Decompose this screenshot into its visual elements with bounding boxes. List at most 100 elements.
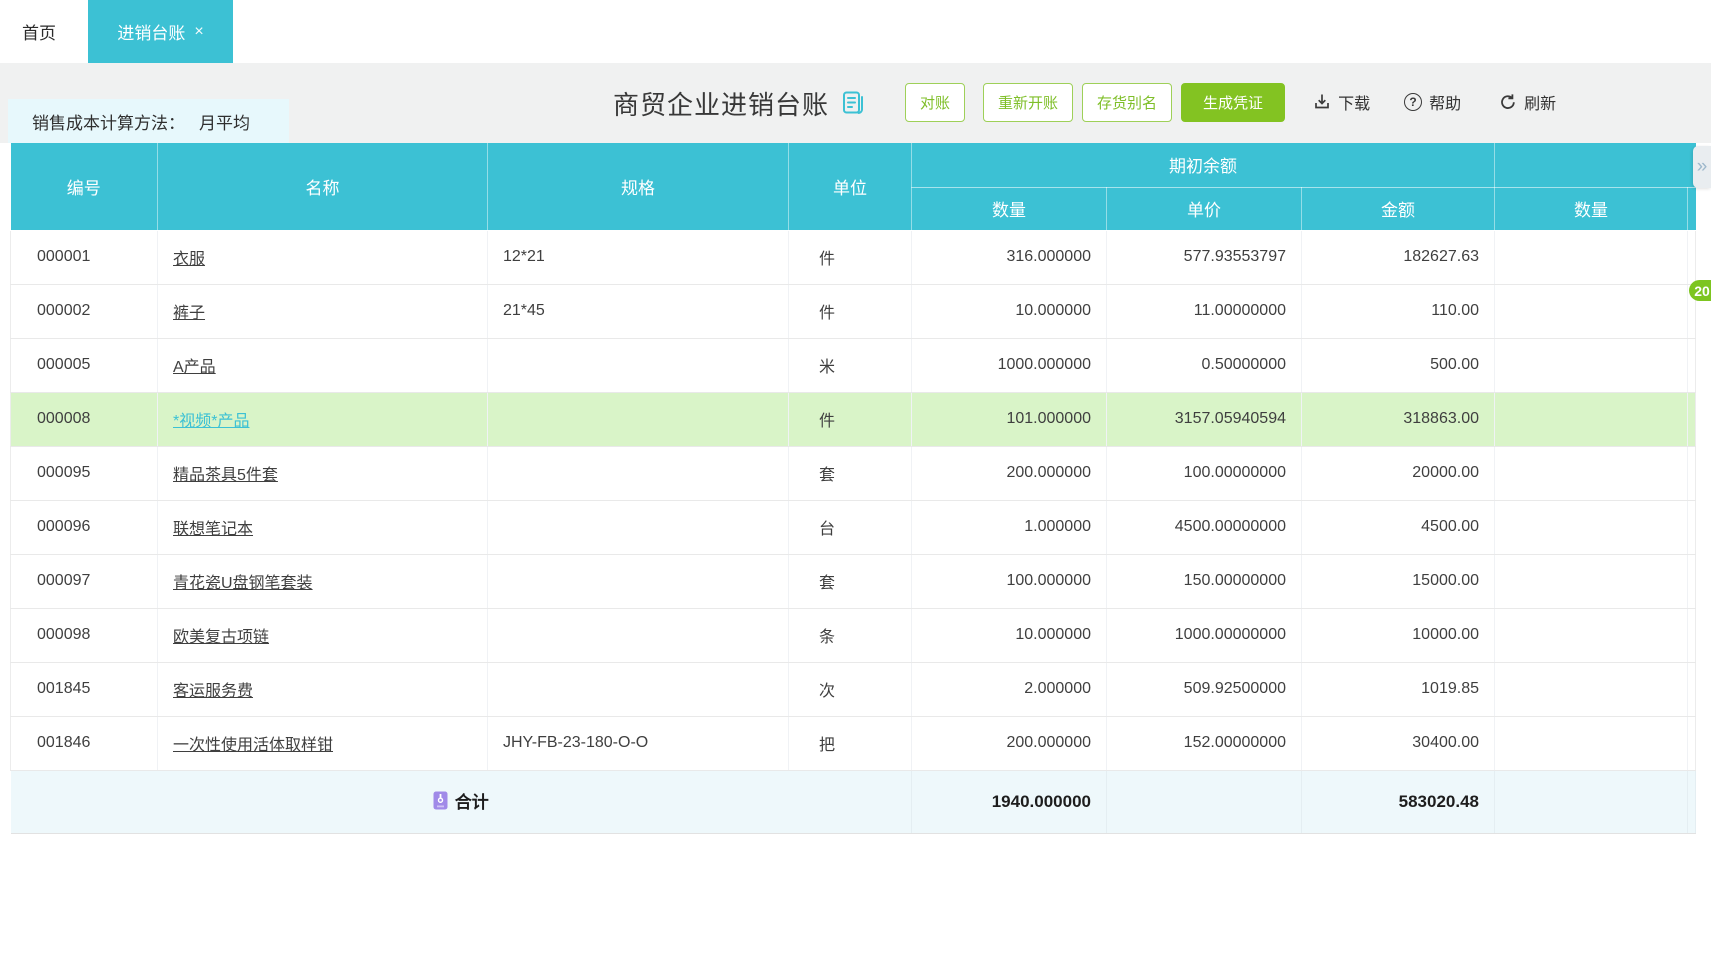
item-name-link[interactable]: 一次性使用活体取样钳	[173, 737, 333, 754]
cell-next	[1687, 500, 1696, 555]
toolbar-buttons: 对账 重新开账 存货别名 生成凭证 下载 ? 帮助 刷新	[905, 82, 1556, 122]
cell-amount: 182627.63	[1301, 230, 1495, 285]
table-row[interactable]: 000005 A产品 米 1000.000000 0.50000000 500.00	[10, 338, 1696, 393]
cell-qty-2	[1494, 500, 1688, 555]
cell-spec	[487, 554, 789, 609]
cell-next	[1687, 392, 1696, 447]
cell-name: 一次性使用活体取样钳	[157, 716, 488, 771]
download-icon	[1313, 93, 1331, 111]
total-amount: 583020.48	[1301, 769, 1495, 834]
inventory-alias-button[interactable]: 存货别名	[1082, 82, 1173, 122]
table-row[interactable]: 001845 客运服务费 次 2.000000 509.92500000 1019.85	[10, 662, 1696, 717]
table-row[interactable]: 000097 青花瓷U盘钢笔套装 套 100.000000 150.00000000 15…	[10, 554, 1696, 609]
download-label: 下载	[1338, 96, 1371, 113]
cell-spec	[487, 662, 789, 717]
item-name-link[interactable]: 青花瓷U盘钢笔套装	[173, 575, 313, 592]
cost-method-box: 销售成本计算方法： 月平均	[8, 99, 289, 143]
calculator-icon	[433, 791, 448, 810]
cell-name: 客运服务费	[157, 662, 488, 717]
tab-home[interactable]: 首页	[8, 0, 70, 63]
cell-next	[1687, 662, 1696, 717]
cell-code: 000098	[10, 608, 158, 663]
toolbar: 销售成本计算方法： 月平均 商贸企业进销台账 对账 重新开账 存货别名 生成凭证	[0, 63, 1711, 143]
cell-amount: 318863.00	[1301, 392, 1495, 447]
cell-code: 000008	[10, 392, 158, 447]
header-unit: 单位	[788, 143, 912, 231]
cell-unit: 把	[788, 716, 912, 771]
table-row[interactable]: 000096 联想笔记本 台 1.000000 4500.00000000 4500.00	[10, 500, 1696, 555]
cell-name: 欧美复古项链	[157, 608, 488, 663]
cell-price: 100.00000000	[1106, 446, 1302, 501]
cell-next	[1687, 716, 1696, 771]
cell-price: 3157.05940594	[1106, 392, 1302, 447]
cell-code: 000005	[10, 338, 158, 393]
cell-unit: 条	[788, 608, 912, 663]
header-price: 单价	[1106, 187, 1302, 231]
header-qty: 数量	[911, 187, 1107, 231]
cell-amount: 110.00	[1301, 284, 1495, 339]
cell-spec: 21*45	[487, 284, 789, 339]
cell-price: 150.00000000	[1106, 554, 1302, 609]
table-row[interactable]: 001846 一次性使用活体取样钳 JHY-FB-23-180-O-O 把 200.00…	[10, 716, 1696, 771]
cell-spec	[487, 338, 789, 393]
item-name-link[interactable]: 精品茶具5件套	[173, 467, 278, 484]
download-button[interactable]: 下载	[1313, 90, 1370, 114]
cell-amount: 20000.00	[1301, 446, 1495, 501]
cell-code: 001846	[10, 716, 158, 771]
help-button[interactable]: ? 帮助	[1404, 90, 1461, 114]
cell-qty: 101.000000	[911, 392, 1107, 447]
cell-name: *视频*产品	[157, 392, 488, 447]
table-header: 编号 名称 规格 单位 期初余额 数量 单价 金额 数量	[10, 143, 1696, 231]
item-name-link[interactable]: 联想笔记本	[173, 521, 253, 538]
table-row[interactable]: 000002 裤子 21*45 件 10.000000 11.00000000 110.00	[10, 284, 1696, 339]
cell-price: 11.00000000	[1106, 284, 1302, 339]
expand-columns-button[interactable]: »	[1693, 146, 1711, 188]
cell-qty: 100.000000	[911, 554, 1107, 609]
cell-name: 联想笔记本	[157, 500, 488, 555]
cell-code: 000001	[10, 230, 158, 285]
cell-code: 000097	[10, 554, 158, 609]
cell-unit: 台	[788, 500, 912, 555]
cell-next	[1687, 338, 1696, 393]
cell-qty: 10.000000	[911, 608, 1107, 663]
count-badge: 20	[1689, 280, 1711, 301]
total-row-label-cell: 合计	[10, 769, 912, 834]
cell-qty-2	[1494, 608, 1688, 663]
total-price	[1106, 769, 1302, 834]
table-row[interactable]: 000001 衣服 12*21 件 316.000000 577.93553797 1826…	[10, 230, 1696, 285]
cell-spec: JHY-FB-23-180-O-O	[487, 716, 789, 771]
generate-voucher-button[interactable]: 生成凭证	[1181, 82, 1286, 122]
help-label: 帮助	[1429, 96, 1462, 113]
reopen-books-button[interactable]: 重新开账	[983, 82, 1074, 122]
table-row[interactable]: 000095 精品茶具5件套 套 200.000000 100.00000000 2000…	[10, 446, 1696, 501]
reconcile-button[interactable]: 对账	[905, 82, 966, 122]
cell-code: 000002	[10, 284, 158, 339]
table-row[interactable]: 000098 欧美复古项链 条 10.000000 1000.00000000 10000…	[10, 608, 1696, 663]
cell-name: 精品茶具5件套	[157, 446, 488, 501]
cell-qty: 316.000000	[911, 230, 1107, 285]
tab-ledger[interactable]: 进销台账 ×	[88, 0, 233, 63]
tab-home-label: 首页	[22, 24, 56, 43]
refresh-button[interactable]: 刷新	[1499, 90, 1556, 114]
cell-next	[1687, 446, 1696, 501]
refresh-icon	[1499, 93, 1517, 111]
item-name-link[interactable]: 衣服	[173, 251, 205, 268]
total-qty-2	[1494, 769, 1688, 834]
tab-close-icon[interactable]: ×	[194, 23, 203, 40]
cell-code: 000096	[10, 500, 158, 555]
cell-qty-2	[1494, 284, 1688, 339]
document-icon[interactable]	[841, 90, 868, 117]
item-name-link[interactable]: 欧美复古项链	[173, 629, 269, 646]
item-name-link[interactable]: A产品	[173, 359, 216, 376]
item-name-link[interactable]: *视频*产品	[173, 413, 249, 430]
cell-name: A产品	[157, 338, 488, 393]
cell-spec: 12*21	[487, 230, 789, 285]
cell-qty: 200.000000	[911, 446, 1107, 501]
item-name-link[interactable]: 裤子	[173, 305, 205, 322]
cell-qty-2	[1494, 446, 1688, 501]
cell-price: 509.92500000	[1106, 662, 1302, 717]
cell-next	[1687, 554, 1696, 609]
item-name-link[interactable]: 客运服务费	[173, 683, 253, 700]
table-row[interactable]: 000008 *视频*产品 件 101.000000 3157.05940594 3188…	[10, 392, 1696, 447]
header-qty-2: 数量	[1494, 187, 1688, 231]
